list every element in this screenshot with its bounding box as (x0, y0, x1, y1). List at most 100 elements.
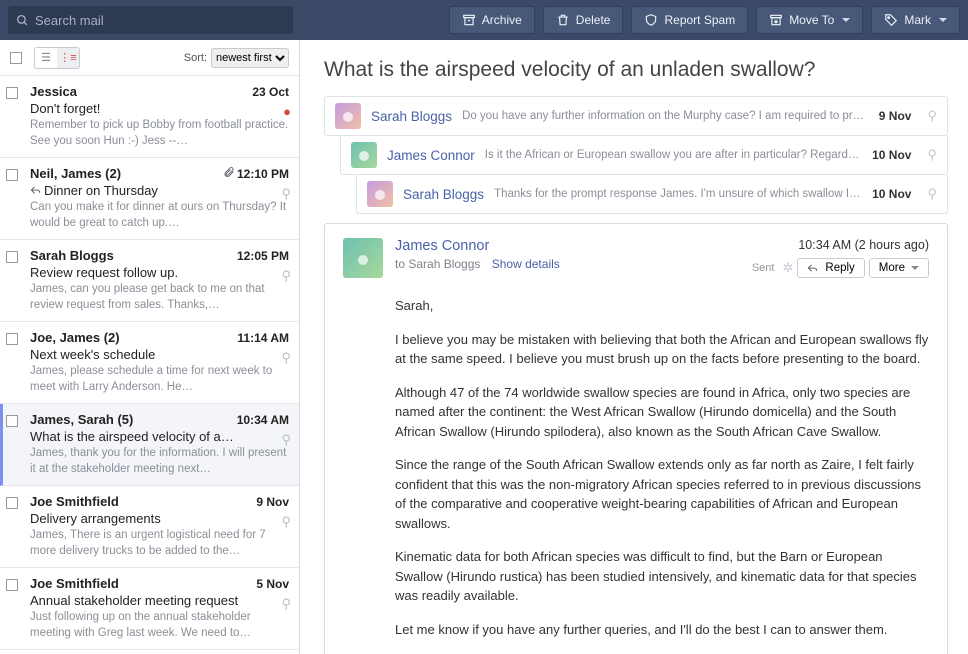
email-preview: Remember to pick up Bobby from football … (30, 118, 289, 149)
mark-label: Mark (904, 13, 931, 27)
move-to-button[interactable]: Move To (756, 6, 863, 34)
reading-pane: What is the airspeed velocity of an unla… (300, 40, 968, 654)
avatar (367, 181, 393, 207)
search-box[interactable] (8, 6, 293, 34)
archive-icon (462, 13, 476, 27)
delete-label: Delete (576, 13, 611, 27)
message-snippet: Is it the African or European swallow yo… (485, 149, 862, 161)
email-preview: Can you make it for dinner at ours on Th… (30, 200, 289, 231)
avatar (351, 142, 377, 168)
email-time: 12:05 PM (237, 249, 289, 263)
message-snippet: Do you have any further information on t… (462, 110, 869, 122)
email-checkbox[interactable] (6, 87, 18, 99)
email-from: Joe Smithfield (30, 576, 119, 591)
pin-icon[interactable]: ● (283, 104, 291, 119)
body-paragraph: Since the range of the South African Swa… (395, 455, 929, 533)
pin-icon[interactable]: ⚲ (281, 596, 291, 612)
email-list-item[interactable]: Joe Smithfield 5 Nov Annual stakeholder … (0, 568, 299, 650)
message-timestamp: 10:34 AM (2 hours ago) (752, 238, 929, 252)
email-from: Neil, James (2) (30, 166, 121, 181)
pin-icon[interactable]: ⚲ (281, 350, 291, 366)
sender-name[interactable]: James Connor (395, 238, 740, 254)
email-preview: James, please schedule a time for next w… (30, 364, 289, 395)
email-subject: Dinner on Thursday (30, 183, 289, 198)
pin-icon[interactable]: ⚲ (281, 432, 291, 448)
sent-status: Sent (752, 262, 775, 274)
chevron-down-icon (939, 18, 947, 22)
email-subject: Next week's schedule (30, 347, 289, 362)
archive-label: Archive (482, 13, 522, 27)
search-icon (16, 14, 29, 27)
email-from: Jessica (30, 84, 77, 99)
email-time: 11:14 AM (237, 331, 289, 345)
email-from: Joe, James (2) (30, 330, 120, 345)
email-preview: Just following up on the annual stakehol… (30, 610, 289, 641)
shield-icon (644, 13, 658, 27)
email-checkbox[interactable] (6, 579, 18, 591)
email-time: 10:34 AM (237, 413, 289, 427)
email-list-item[interactable]: Sarah Bloggs 12:05 PM Review request fol… (0, 240, 299, 322)
message-date: 9 Nov (879, 109, 912, 123)
body-paragraph: Let me know if you have any further quer… (395, 620, 929, 640)
email-list-item[interactable]: Jessica 23 Oct Don't forget! Remember to… (0, 76, 299, 158)
collapsed-message[interactable]: Sarah Bloggs Do you have any further inf… (324, 96, 948, 136)
collapsed-messages: Sarah Bloggs Do you have any further inf… (324, 96, 948, 214)
search-input[interactable] (35, 13, 285, 28)
body-paragraph: I believe you may be mistaken with belie… (395, 330, 929, 369)
email-from: Sarah Bloggs (30, 248, 114, 263)
message-body: Sarah,I believe you may be mistaken with… (395, 296, 929, 654)
pin-icon[interactable]: ⚲ (927, 108, 937, 124)
delete-button[interactable]: Delete (543, 6, 624, 34)
show-details-link[interactable]: Show details (492, 257, 560, 271)
email-list: Jessica 23 Oct Don't forget! Remember to… (0, 76, 299, 654)
email-checkbox[interactable] (6, 251, 18, 263)
report-spam-label: Report Spam (664, 13, 735, 27)
avatar (343, 238, 383, 278)
view-toggle[interactable]: ☰ ⋮≡ (34, 47, 80, 69)
email-list-item[interactable]: Joe Smithfield 9 Nov Delivery arrangemen… (0, 486, 299, 568)
mark-button[interactable]: Mark (871, 6, 960, 34)
move-to-label: Move To (789, 13, 834, 27)
email-checkbox[interactable] (6, 333, 18, 345)
view-expanded-icon[interactable]: ⋮≡ (57, 48, 79, 68)
reply-icon (30, 185, 41, 196)
email-list-item[interactable]: Neil, James (2) 12:10 PM Dinner on Thurs… (0, 158, 299, 240)
report-spam-button[interactable]: Report Spam (631, 6, 748, 34)
email-checkbox[interactable] (6, 497, 18, 509)
email-subject: Delivery arrangements (30, 511, 289, 526)
pin-icon[interactable]: ⚲ (281, 186, 291, 202)
pin-icon[interactable]: ⚲ (281, 514, 291, 530)
sort-label: Sort: (184, 52, 207, 64)
to-line: to Sarah Bloggs (395, 257, 480, 271)
sort-select[interactable]: newest first (211, 48, 289, 68)
reply-button[interactable]: Reply (797, 258, 864, 278)
body-paragraph: Kinematic data for both African species … (395, 547, 929, 606)
archive-button[interactable]: Archive (449, 6, 535, 34)
tag-icon (884, 13, 898, 27)
collapsed-message[interactable]: Sarah Bloggs Thanks for the prompt respo… (356, 174, 948, 214)
pin-icon[interactable]: ⚲ (927, 186, 937, 202)
more-button[interactable]: More (869, 258, 929, 278)
pin-icon[interactable]: ⚲ (281, 268, 291, 284)
chevron-down-icon (911, 266, 919, 270)
body-paragraph: Although 47 of the 74 worldwide swallow … (395, 383, 929, 442)
select-all-checkbox[interactable] (10, 52, 22, 64)
email-checkbox[interactable] (6, 169, 18, 181)
email-preview: James, thank you for the information. I … (30, 446, 289, 477)
email-time: 9 Nov (256, 495, 289, 509)
email-list-item[interactable]: Joe, James (2) 11:14 AM Next week's sche… (0, 322, 299, 404)
email-from: Joe Smithfield (30, 494, 119, 509)
attachment-icon (223, 166, 235, 178)
pin-icon[interactable]: ⚲ (927, 147, 937, 163)
email-list-item[interactable]: James, Sarah (5) 10:34 AM What is the ai… (0, 404, 299, 486)
collapsed-message[interactable]: James Connor Is it the African or Europe… (340, 135, 948, 175)
email-from: James, Sarah (5) (30, 412, 133, 427)
email-subject: Don't forget! (30, 101, 289, 116)
message-date: 10 Nov (872, 148, 911, 162)
view-compact-icon[interactable]: ☰ (35, 48, 57, 68)
email-time: 23 Oct (252, 85, 289, 99)
sender-name: James Connor (387, 148, 475, 163)
chevron-down-icon (842, 18, 850, 22)
top-toolbar: Archive Delete Report Spam Move To Mark (0, 0, 968, 40)
email-checkbox[interactable] (6, 415, 18, 427)
